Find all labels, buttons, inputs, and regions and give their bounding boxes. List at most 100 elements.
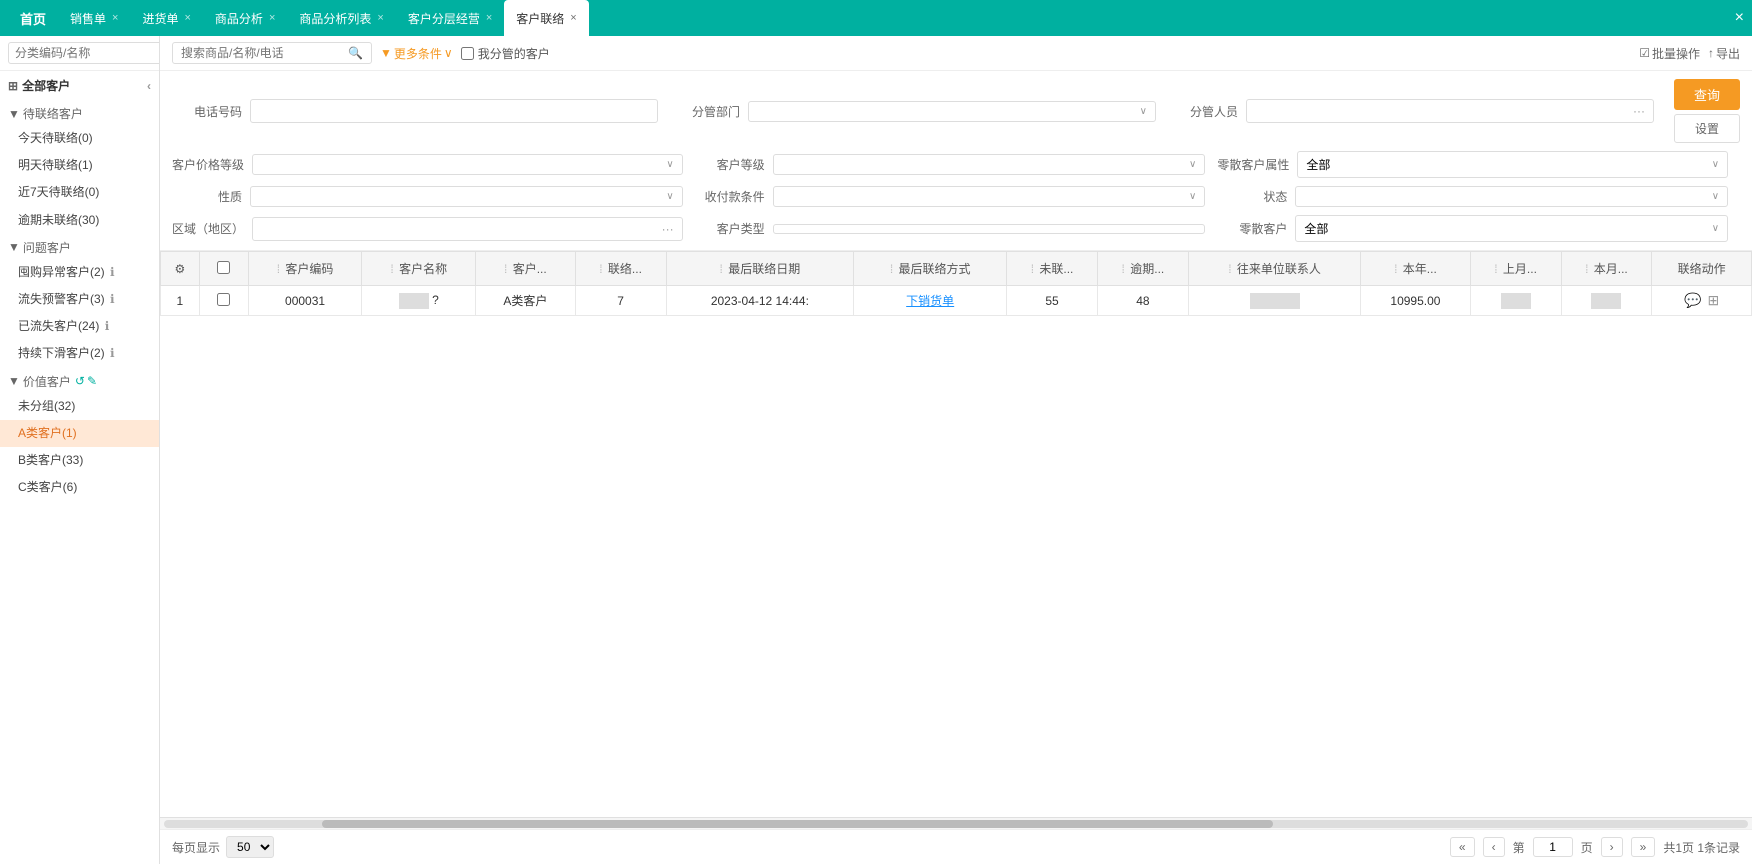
more-icon[interactable]: ··· xyxy=(662,222,674,236)
cell-last-date: 2023-04-12 14:44: xyxy=(666,286,854,316)
close-analysis-list-tab[interactable]: × xyxy=(377,12,383,24)
col-code[interactable]: ⁞ 客户编码 xyxy=(248,252,362,286)
nav-home[interactable]: 首页 xyxy=(8,0,58,36)
sidebar-item-ungroup[interactable]: 未分组(32) xyxy=(0,393,159,420)
customer-level-select[interactable]: ∨ xyxy=(773,154,1206,175)
col-this-month[interactable]: ⁞ 本月... xyxy=(1561,252,1652,286)
batch-op-btn[interactable]: ☑ 批量操作 xyxy=(1639,45,1700,62)
col-last-date[interactable]: ⁞ 最后联络日期 xyxy=(666,252,854,286)
close-all-tabs[interactable]: × xyxy=(1735,9,1744,27)
price-level-select[interactable]: ∨ xyxy=(252,154,683,175)
grid-icon: ⊞ xyxy=(8,79,18,93)
footer-right: « ‹ 第 页 › » 共1页 1条记录 xyxy=(1450,837,1740,857)
col-overdue[interactable]: ⁞ 逾期... xyxy=(1097,252,1188,286)
filter-search-input[interactable] xyxy=(181,46,348,60)
sidebar-item-today[interactable]: 今天待联络(0) xyxy=(0,125,159,152)
nav-tab-customer-segment[interactable]: 客户分层经营 × xyxy=(396,0,504,36)
close-purchase-tab[interactable]: × xyxy=(184,12,190,24)
nav-tab-analysis[interactable]: 商品分析 × xyxy=(203,0,287,36)
filter-row-1: 电话号码 分管部门 ∨ 分管人员 ··· xyxy=(172,79,1740,143)
retail-attr-select[interactable]: 全部 ∨ xyxy=(1297,151,1728,178)
payment-select[interactable]: ∨ xyxy=(773,186,1206,207)
sidebar-item-churned[interactable]: 已流失客户(24) ℹ xyxy=(0,313,159,340)
filter-search-icon[interactable]: 🔍 xyxy=(348,46,363,60)
more-conditions-btn[interactable]: ▼ 更多条件 ∨ xyxy=(380,45,453,62)
export-btn[interactable]: ↑ 导出 xyxy=(1708,45,1740,62)
status-select[interactable]: ∨ xyxy=(1295,186,1728,207)
close-contact-tab[interactable]: × xyxy=(570,12,576,24)
more-icon[interactable]: ··· xyxy=(1633,104,1645,118)
col-this-year[interactable]: ⁞ 本年... xyxy=(1361,252,1470,286)
phone-input[interactable] xyxy=(250,99,658,123)
settings-col-icon[interactable]: ⚙ xyxy=(175,262,186,276)
col-last-method[interactable]: ⁞ 最后联络方式 xyxy=(854,252,1007,286)
col-contact[interactable]: ⁞ 联络... xyxy=(575,252,666,286)
close-sales-tab[interactable]: × xyxy=(112,12,118,24)
settings-button[interactable]: 设置 xyxy=(1674,114,1740,143)
nature-select[interactable]: ∨ xyxy=(250,186,683,207)
group-pending-contact[interactable]: ▼ 待联络客户 xyxy=(0,100,159,125)
col-name[interactable]: ⁞ 客户名称 xyxy=(362,252,476,286)
group-problem-customers[interactable]: ▼ 问题客户 xyxy=(0,234,159,259)
cell-index: 1 xyxy=(161,286,200,316)
nav-tab-analysis-list[interactable]: 商品分析列表 × xyxy=(287,0,395,36)
sidebar-item-class-c[interactable]: C类客户(6) xyxy=(0,474,159,501)
col-settings[interactable]: ⚙ xyxy=(161,252,200,286)
all-customers-header[interactable]: ⊞ 全部客户 ‹ xyxy=(0,71,159,100)
chevron-down-icon: ∨ xyxy=(1712,159,1719,170)
sidebar-item-7days[interactable]: 近7天待联络(0) xyxy=(0,179,159,206)
edit-icon[interactable]: ✎ xyxy=(87,374,97,388)
select-all-checkbox[interactable] xyxy=(217,261,230,274)
next-page-btn[interactable]: › xyxy=(1601,837,1623,857)
sidebar-item-class-a[interactable]: A类客户(1) xyxy=(0,420,159,447)
filter-actions: ☑ 批量操作 ↑ 导出 xyxy=(1639,45,1740,62)
collapse-icon[interactable]: ‹ xyxy=(147,79,151,93)
customer-type-select[interactable] xyxy=(773,224,1206,234)
retail-customer-select[interactable]: 全部 ∨ xyxy=(1295,215,1728,242)
col-not-contacted[interactable]: ⁞ 未联... xyxy=(1007,252,1098,286)
person-select[interactable]: ··· xyxy=(1246,99,1654,123)
first-page-btn[interactable]: « xyxy=(1450,837,1475,857)
prev-page-btn[interactable]: ‹ xyxy=(1483,837,1505,857)
col-last-month[interactable]: ⁞ 上月... xyxy=(1470,252,1561,286)
sidebar-item-overdue[interactable]: 逾期未联络(30) xyxy=(0,207,159,234)
row-checkbox[interactable] xyxy=(217,293,230,306)
page-number-input[interactable] xyxy=(1533,837,1573,857)
close-segment-tab[interactable]: × xyxy=(486,12,492,24)
nav-tab-customer-contact[interactable]: 客户联络 × xyxy=(504,0,588,36)
drag-handle: ⁞ xyxy=(277,262,280,276)
region-select[interactable]: ··· xyxy=(252,217,683,241)
nav-tab-sales[interactable]: 销售单 × xyxy=(58,0,130,36)
sidebar-item-churn-warning[interactable]: 流失预警客户(3) ℹ xyxy=(0,286,159,313)
my-customers-checkbox[interactable] xyxy=(461,47,474,60)
last-page-btn[interactable]: » xyxy=(1631,837,1656,857)
dept-select[interactable]: ∨ xyxy=(748,101,1156,122)
my-customers-filter[interactable]: 我分管的客户 xyxy=(461,45,550,62)
sidebar-item-hoarding[interactable]: 囤购异常客户(2) ℹ xyxy=(0,259,159,286)
filter-status: 状态 ∨ xyxy=(1217,186,1740,207)
last-month-block xyxy=(1501,293,1531,309)
col-unit-contact[interactable]: ⁞ 往来单位联系人 xyxy=(1188,252,1360,286)
sidebar-item-tomorrow[interactable]: 明天待联络(1) xyxy=(0,152,159,179)
sidebar: 🔍 ⊞ 全部客户 ‹ ▼ 待联络客户 今天待联络(0) 明天待联络(1) 近7天… xyxy=(0,36,160,864)
scrollbar-thumb[interactable] xyxy=(322,820,1272,828)
filter-nature: 性质 ∨ xyxy=(172,186,695,207)
cell-contact: 7 xyxy=(575,286,666,316)
horizontal-scrollbar[interactable] xyxy=(160,817,1752,829)
qrcode-icon[interactable]: ⊞ xyxy=(1708,292,1720,309)
chat-icon[interactable]: 💬 xyxy=(1684,292,1701,309)
sidebar-search-input[interactable] xyxy=(8,42,160,64)
group-value-customers[interactable]: ▼ 价值客户 ↺ ✎ xyxy=(0,368,159,393)
sidebar-item-class-b[interactable]: B类客户(33) xyxy=(0,447,159,474)
nav-tab-purchase[interactable]: 进货单 × xyxy=(130,0,202,36)
sidebar-item-declining[interactable]: 持续下滑客户(2) ℹ xyxy=(0,340,159,367)
col-type[interactable]: ⁞ 客户... xyxy=(476,252,576,286)
cell-this-year: 10995.00 xyxy=(1361,286,1470,316)
info-icon: ℹ xyxy=(110,346,115,360)
refresh-icon[interactable]: ↺ xyxy=(75,374,85,388)
unit-contact-block xyxy=(1250,293,1300,309)
query-button[interactable]: 查询 xyxy=(1674,79,1740,110)
close-analysis-tab[interactable]: × xyxy=(269,12,275,24)
page-size-select[interactable]: 50 xyxy=(226,836,274,858)
last-method-link[interactable]: 下销货单 xyxy=(906,294,954,308)
